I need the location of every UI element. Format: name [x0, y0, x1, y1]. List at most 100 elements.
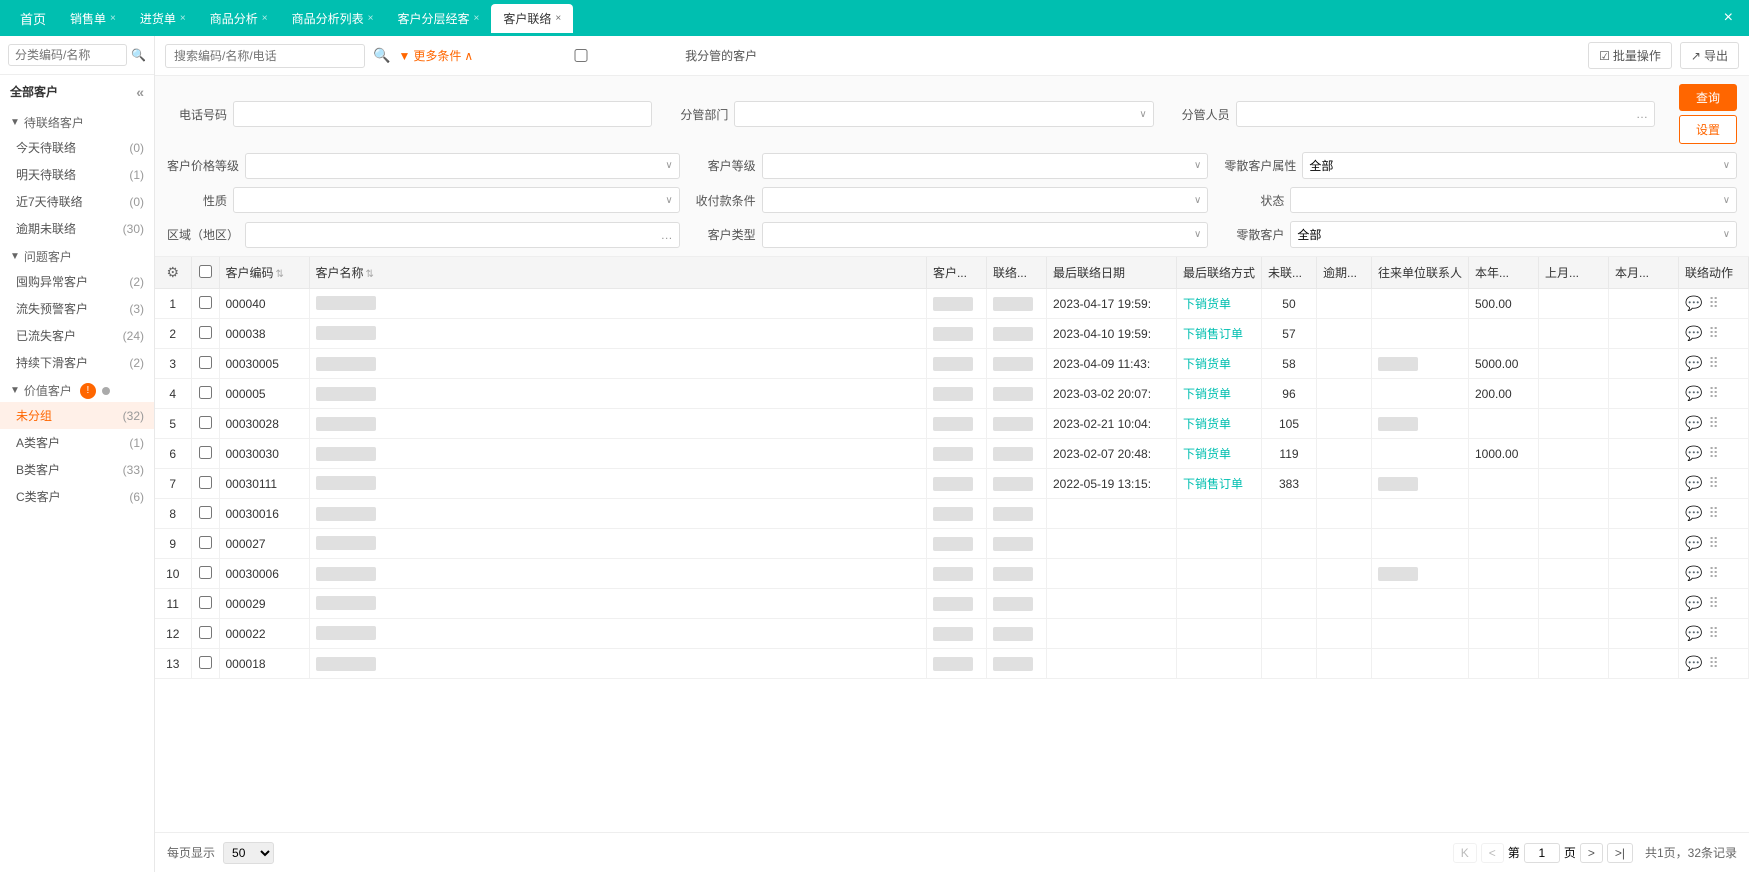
- apps-icon[interactable]: ⠿: [1708, 655, 1718, 672]
- sidebar-item-class-c[interactable]: C类客户 (6): [0, 483, 154, 510]
- row-select-checkbox[interactable]: [199, 296, 212, 309]
- message-icon[interactable]: 💬: [1685, 385, 1702, 402]
- code-sort-icon[interactable]: ⇅: [276, 269, 284, 280]
- sidebar-item-lost-customers[interactable]: 已流失客户 (24): [0, 322, 154, 349]
- close-purchase-tab-icon[interactable]: ×: [180, 13, 186, 24]
- message-icon[interactable]: 💬: [1685, 595, 1702, 612]
- query-button[interactable]: 查询: [1679, 84, 1737, 111]
- manager-input[interactable]: …: [1236, 101, 1655, 127]
- value-customers-group[interactable]: ▼ 价值客户 !: [0, 376, 154, 402]
- row-select-checkbox[interactable]: [199, 506, 212, 519]
- close-customer-contact-tab-icon[interactable]: ×: [555, 13, 561, 24]
- col-gear[interactable]: ⚙: [155, 257, 191, 289]
- export-button[interactable]: ↗ 导出: [1680, 42, 1739, 69]
- nav-tab-analysis[interactable]: 商品分析 ×: [198, 4, 280, 33]
- settings-icon[interactable]: ⚙: [166, 264, 179, 280]
- message-icon[interactable]: 💬: [1685, 295, 1702, 312]
- row-checkbox-cell[interactable]: [191, 559, 219, 589]
- dept-select[interactable]: ∨: [734, 101, 1153, 127]
- last-contact-method-link[interactable]: 下销货单: [1183, 357, 1231, 371]
- sidebar-item-overdue-contact[interactable]: 逾期未联络 (30): [0, 215, 154, 242]
- apps-icon[interactable]: ⠿: [1708, 355, 1718, 372]
- row-checkbox-cell[interactable]: [191, 319, 219, 349]
- row-select-checkbox[interactable]: [199, 356, 212, 369]
- apps-icon[interactable]: ⠿: [1708, 565, 1718, 582]
- close-customer-segment-tab-icon[interactable]: ×: [473, 13, 479, 24]
- close-analysis-list-tab-icon[interactable]: ×: [368, 13, 374, 24]
- row-checkbox-cell[interactable]: [191, 439, 219, 469]
- per-page-select[interactable]: 50 20 100: [223, 842, 274, 864]
- apps-icon[interactable]: ⠿: [1708, 445, 1718, 462]
- row-select-checkbox[interactable]: [199, 566, 212, 579]
- row-checkbox-cell[interactable]: [191, 469, 219, 499]
- row-select-checkbox[interactable]: [199, 326, 212, 339]
- problem-customers-group[interactable]: ▼ 问题客户: [0, 242, 154, 268]
- retail-customer-select[interactable]: 全部 ∨: [1290, 221, 1737, 248]
- name-sort-icon[interactable]: ⇅: [366, 269, 374, 280]
- message-icon[interactable]: 💬: [1685, 475, 1702, 492]
- message-icon[interactable]: 💬: [1685, 535, 1702, 552]
- price-level-select[interactable]: ∨: [245, 153, 680, 179]
- apps-icon[interactable]: ⠿: [1708, 625, 1718, 642]
- close-analysis-tab-icon[interactable]: ×: [262, 13, 268, 24]
- row-checkbox-cell[interactable]: [191, 379, 219, 409]
- sidebar-item-class-a[interactable]: A类客户 (1): [0, 429, 154, 456]
- apps-icon[interactable]: ⠿: [1708, 505, 1718, 522]
- last-contact-method-link[interactable]: 下销货单: [1183, 297, 1231, 311]
- row-select-checkbox[interactable]: [199, 416, 212, 429]
- retail-attr-select[interactable]: 全部 ∨: [1302, 152, 1737, 179]
- last-contact-method-link[interactable]: 下销货单: [1183, 447, 1231, 461]
- sidebar-collapse-icon[interactable]: «: [136, 84, 144, 100]
- row-select-checkbox[interactable]: [199, 596, 212, 609]
- nav-home[interactable]: 首页: [8, 3, 58, 34]
- message-icon[interactable]: 💬: [1685, 565, 1702, 582]
- page-number-input[interactable]: [1524, 843, 1560, 863]
- region-select[interactable]: …: [245, 222, 680, 248]
- close-sales-tab-icon[interactable]: ×: [110, 13, 116, 24]
- sidebar-item-abnormal-purchase[interactable]: 囤购异常客户 (2): [0, 268, 154, 295]
- sidebar-item-today-pending[interactable]: 今天待联络 (0): [0, 134, 154, 161]
- sidebar-item-class-b[interactable]: B类客户 (33): [0, 456, 154, 483]
- message-icon[interactable]: 💬: [1685, 415, 1702, 432]
- my-customers-checkbox[interactable]: [481, 49, 681, 62]
- pending-contact-group[interactable]: ▼ 待联络客户: [0, 108, 154, 134]
- search-button[interactable]: 🔍: [373, 47, 390, 64]
- search-input[interactable]: [165, 44, 365, 68]
- message-icon[interactable]: 💬: [1685, 655, 1702, 672]
- nav-tab-customer-contact[interactable]: 客户联络 ×: [491, 4, 573, 33]
- apps-icon[interactable]: ⠿: [1708, 595, 1718, 612]
- nav-tab-sales[interactable]: 销售单 ×: [58, 4, 128, 33]
- row-checkbox-cell[interactable]: [191, 649, 219, 679]
- row-select-checkbox[interactable]: [199, 386, 212, 399]
- col-select-all[interactable]: [191, 257, 219, 289]
- more-conditions-button[interactable]: ▼ 更多条件 ∧: [398, 47, 473, 64]
- message-icon[interactable]: 💬: [1685, 325, 1702, 342]
- last-contact-method-link[interactable]: 下销售订单: [1183, 327, 1243, 341]
- sidebar-item-tomorrow-pending[interactable]: 明天待联络 (1): [0, 161, 154, 188]
- select-all-checkbox[interactable]: [199, 265, 212, 278]
- last-contact-method-link[interactable]: 下销货单: [1183, 417, 1231, 431]
- nav-tab-purchase[interactable]: 进货单 ×: [128, 4, 198, 33]
- message-icon[interactable]: 💬: [1685, 355, 1702, 372]
- close-all-tabs-button[interactable]: ×: [1716, 9, 1741, 27]
- reset-button[interactable]: 设置: [1679, 115, 1737, 144]
- row-select-checkbox[interactable]: [199, 476, 212, 489]
- row-checkbox-cell[interactable]: [191, 289, 219, 319]
- sidebar-item-ungrouped[interactable]: 未分组 (32): [0, 402, 154, 429]
- message-icon[interactable]: 💬: [1685, 505, 1702, 522]
- customer-level-select[interactable]: ∨: [762, 153, 1209, 179]
- row-select-checkbox[interactable]: [199, 446, 212, 459]
- batch-operation-button[interactable]: ☑ 批量操作: [1588, 42, 1672, 69]
- row-select-checkbox[interactable]: [199, 536, 212, 549]
- row-checkbox-cell[interactable]: [191, 409, 219, 439]
- apps-icon[interactable]: ⠿: [1708, 385, 1718, 402]
- customer-type-select[interactable]: ∨: [762, 222, 1209, 248]
- first-page-button[interactable]: K: [1453, 843, 1477, 863]
- apps-icon[interactable]: ⠿: [1708, 295, 1718, 312]
- prev-page-button[interactable]: <: [1481, 843, 1504, 863]
- row-select-checkbox[interactable]: [199, 656, 212, 669]
- row-checkbox-cell[interactable]: [191, 619, 219, 649]
- apps-icon[interactable]: ⠿: [1708, 475, 1718, 492]
- message-icon[interactable]: 💬: [1685, 445, 1702, 462]
- last-page-button[interactable]: >|: [1607, 843, 1633, 863]
